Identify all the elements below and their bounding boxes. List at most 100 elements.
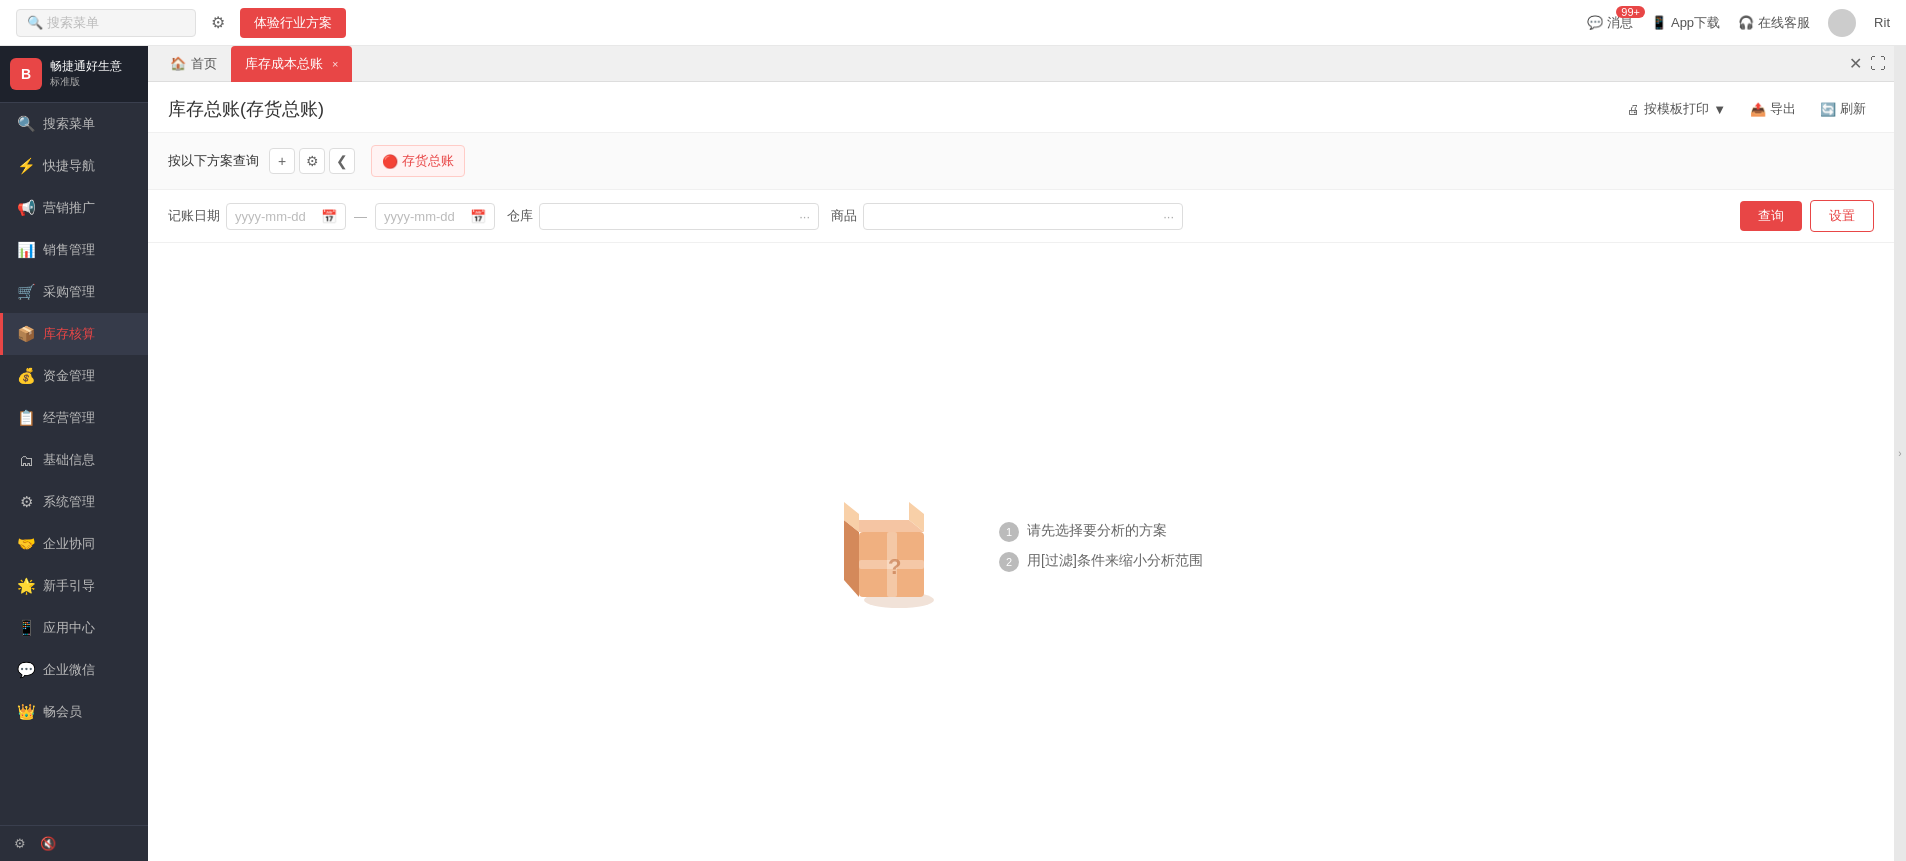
tab-close-panel-btn[interactable]: ✕ bbox=[1849, 54, 1862, 73]
goods-filter-group: 商品 ··· bbox=[831, 203, 1183, 230]
print-btn[interactable]: 🖨 按模板打印 ▼ bbox=[1619, 96, 1734, 122]
topbar-search[interactable]: 🔍 搜索菜单 bbox=[16, 9, 196, 37]
tab-home-label: 首页 bbox=[191, 55, 217, 73]
tab-right-controls: ✕ ⛶ bbox=[1849, 54, 1886, 73]
tab-active-label: 库存成本总账 bbox=[245, 55, 323, 73]
finance-icon: 💰 bbox=[17, 367, 35, 385]
filter-section-label: 按以下方案查询 bbox=[168, 152, 259, 170]
main-layout: B 畅捷通好生意 标准版 🔍 搜索菜单 ⚡ 快捷导航 📢 营销推广 📊 销售管理… bbox=[0, 46, 1906, 861]
warehouse-filter-group: 仓库 ··· bbox=[507, 203, 819, 230]
sidebar-item-sales[interactable]: 📊 销售管理 bbox=[0, 229, 148, 271]
calendar-start-icon[interactable]: 📅 bbox=[321, 209, 337, 224]
sidebar-item-member[interactable]: 👑 畅会员 bbox=[0, 691, 148, 733]
message-btn[interactable]: 💬 消息 99+ bbox=[1587, 14, 1633, 32]
svg-marker-2 bbox=[844, 520, 859, 597]
print-icon: 🖨 bbox=[1627, 102, 1640, 117]
warehouse-input[interactable]: ··· bbox=[539, 203, 819, 230]
refresh-icon: 🔄 bbox=[1820, 102, 1836, 117]
goods-input[interactable]: ··· bbox=[863, 203, 1183, 230]
sidebar-item-basic[interactable]: 🗂 基础信息 bbox=[0, 439, 148, 481]
content-area: 🏠 首页 库存成本总账 × ✕ ⛶ 库存总账(存货总账) 🖨 按模板打印 bbox=[148, 46, 1894, 861]
sidebar-item-label: 营销推广 bbox=[43, 199, 95, 217]
basic-icon: 🗂 bbox=[17, 452, 35, 469]
system-icon: ⚙ bbox=[17, 493, 35, 511]
hint-num-1: 1 bbox=[999, 522, 1019, 542]
sidebar-item-finance[interactable]: 💰 资金管理 bbox=[0, 355, 148, 397]
sidebar-item-quick-nav[interactable]: ⚡ 快捷导航 bbox=[0, 145, 148, 187]
warehouse-label: 仓库 bbox=[507, 207, 533, 225]
filter-add-btn[interactable]: + bbox=[269, 148, 295, 174]
date-filter-group: 记账日期 yyyy-mm-dd 📅 — yyyy-mm-dd 📅 bbox=[168, 203, 495, 230]
sidebar-item-apps[interactable]: 📱 应用中心 bbox=[0, 607, 148, 649]
user-avatar[interactable] bbox=[1828, 9, 1856, 37]
marketing-icon: 📢 bbox=[17, 199, 35, 217]
export-btn[interactable]: 📤 导出 bbox=[1742, 96, 1804, 122]
tab-inventory-ledger[interactable]: 库存成本总账 × bbox=[231, 46, 352, 82]
bottom-audio-icon[interactable]: 🔇 bbox=[40, 836, 56, 851]
message-badge: 99+ bbox=[1616, 6, 1645, 18]
sidebar-item-inventory[interactable]: 📦 库存核算 bbox=[0, 313, 148, 355]
hint-text-1: 请先选择要分析的方案 bbox=[1027, 522, 1167, 540]
topbar-gear-icon[interactable]: ⚙ bbox=[204, 9, 232, 37]
user-name-label: Rit bbox=[1874, 15, 1890, 30]
apps-icon: 📱 bbox=[17, 619, 35, 637]
export-icon: 📤 bbox=[1750, 102, 1766, 117]
sidebar-item-label: 销售管理 bbox=[43, 241, 95, 259]
date-start-input[interactable]: yyyy-mm-dd 📅 bbox=[226, 203, 346, 230]
filter-settings-btn[interactable]: ⚙ bbox=[299, 148, 325, 174]
message-icon: 💬 bbox=[1587, 15, 1603, 30]
industry-btn[interactable]: 体验行业方案 bbox=[240, 8, 346, 38]
tab-expand-icon[interactable]: ⛶ bbox=[1870, 55, 1886, 73]
settings-btn[interactable]: 设置 bbox=[1810, 200, 1874, 232]
filter-buttons: 查询 设置 bbox=[1740, 200, 1874, 232]
filter-scheme-item[interactable]: 🔴 存货总账 bbox=[371, 145, 465, 177]
member-icon: 👑 bbox=[17, 703, 35, 721]
hint-num-2: 2 bbox=[999, 552, 1019, 572]
warehouse-more-icon: ··· bbox=[799, 209, 810, 224]
date-separator: — bbox=[354, 209, 367, 224]
logo-text-area: 畅捷通好生意 标准版 bbox=[50, 59, 122, 89]
print-label: 按模板打印 bbox=[1644, 100, 1709, 118]
sidebar: B 畅捷通好生意 标准版 🔍 搜索菜单 ⚡ 快捷导航 📢 营销推广 📊 销售管理… bbox=[0, 46, 148, 861]
right-panel-handle[interactable]: › bbox=[1894, 46, 1906, 861]
sidebar-item-label: 系统管理 bbox=[43, 493, 95, 511]
sidebar-item-label: 企业微信 bbox=[43, 661, 95, 679]
sidebar-item-newbie[interactable]: 🌟 新手引导 bbox=[0, 565, 148, 607]
wechat-icon: 💬 bbox=[17, 661, 35, 679]
logo-text: 畅捷通好生意 bbox=[50, 59, 122, 75]
sidebar-item-marketing[interactable]: 📢 营销推广 bbox=[0, 187, 148, 229]
sidebar-item-operation[interactable]: 📋 经营管理 bbox=[0, 397, 148, 439]
tab-close-btn[interactable]: × bbox=[332, 58, 338, 70]
filter-collapse-btn[interactable]: ❮ bbox=[329, 148, 355, 174]
empty-state: ? 1 请先选择要分析的方案 2 用[过滤]条件来缩小分析范围 bbox=[148, 243, 1894, 861]
sidebar-bottom: ⚙ 🔇 bbox=[0, 825, 148, 861]
empty-illustration: ? bbox=[839, 492, 959, 612]
newbie-icon: 🌟 bbox=[17, 577, 35, 595]
filter-row: 记账日期 yyyy-mm-dd 📅 — yyyy-mm-dd 📅 仓库 bbox=[148, 190, 1894, 243]
tab-home[interactable]: 🏠 首页 bbox=[156, 46, 231, 82]
date-end-input[interactable]: yyyy-mm-dd 📅 bbox=[375, 203, 495, 230]
online-service-btn[interactable]: 🎧 在线客服 bbox=[1738, 14, 1810, 32]
sidebar-logo: B 畅捷通好生意 标准版 bbox=[0, 46, 148, 103]
topbar: 🔍 搜索菜单 ⚙ 体验行业方案 💬 消息 99+ 📱 App下载 🎧 在线客服 … bbox=[0, 0, 1906, 46]
sidebar-item-label: 经营管理 bbox=[43, 409, 95, 427]
sidebar-item-label: 企业协同 bbox=[43, 535, 95, 553]
sidebar-item-label: 应用中心 bbox=[43, 619, 95, 637]
sidebar-item-enterprise[interactable]: 🤝 企业协同 bbox=[0, 523, 148, 565]
query-btn[interactable]: 查询 bbox=[1740, 201, 1802, 231]
search-icon: 🔍 bbox=[27, 15, 43, 30]
sidebar-item-label: 新手引导 bbox=[43, 577, 95, 595]
calendar-end-icon[interactable]: 📅 bbox=[470, 209, 486, 224]
sidebar-item-label: 畅会员 bbox=[43, 703, 82, 721]
enterprise-icon: 🤝 bbox=[17, 535, 35, 553]
sidebar-item-purchase[interactable]: 🛒 采购管理 bbox=[0, 271, 148, 313]
bottom-settings-icon[interactable]: ⚙ bbox=[14, 836, 26, 851]
date-end-text: yyyy-mm-dd bbox=[384, 209, 455, 224]
sidebar-item-wechat[interactable]: 💬 企业微信 bbox=[0, 649, 148, 691]
refresh-btn[interactable]: 🔄 刷新 bbox=[1812, 96, 1874, 122]
date-start-text: yyyy-mm-dd bbox=[235, 209, 306, 224]
app-download-btn[interactable]: 📱 App下载 bbox=[1651, 14, 1720, 32]
sidebar-item-system[interactable]: ⚙ 系统管理 bbox=[0, 481, 148, 523]
sidebar-item-search[interactable]: 🔍 搜索菜单 bbox=[0, 103, 148, 145]
date-label: 记账日期 bbox=[168, 207, 220, 225]
